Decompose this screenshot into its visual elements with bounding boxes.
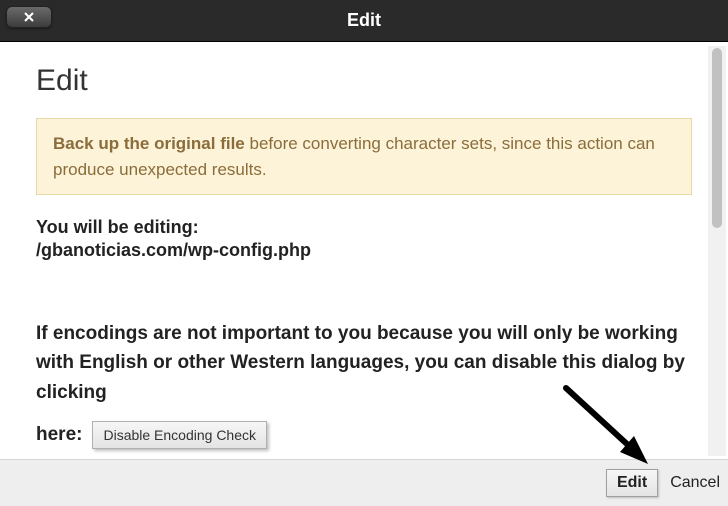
disable-encoding-button[interactable]: Disable Encoding Check (92, 421, 267, 449)
close-button[interactable] (6, 6, 52, 28)
edit-button[interactable]: Edit (606, 469, 658, 497)
warning-bold: Back up the original file (53, 134, 245, 153)
cancel-button[interactable]: Cancel (666, 470, 724, 496)
encoding-description: If encodings are not important to you be… (36, 319, 692, 407)
here-label: here: (36, 424, 82, 446)
scrollbar-thumb[interactable] (712, 48, 722, 228)
page-title: Edit (36, 64, 692, 98)
dialog-header: Edit (0, 0, 728, 42)
dialog-title: Edit (347, 10, 381, 31)
scrollbar[interactable] (708, 46, 726, 456)
editing-path: /gbanoticias.com/wp-config.php (36, 240, 692, 261)
close-icon (23, 11, 35, 23)
dialog-content: Edit Back up the original file before co… (0, 42, 728, 459)
dialog-footer: Edit Cancel (0, 459, 728, 506)
content-wrapper: Edit Back up the original file before co… (0, 42, 728, 459)
encoding-action-line: here: Disable Encoding Check (36, 421, 692, 449)
editing-label: You will be editing: (36, 217, 692, 238)
warning-box: Back up the original file before convert… (36, 118, 692, 195)
